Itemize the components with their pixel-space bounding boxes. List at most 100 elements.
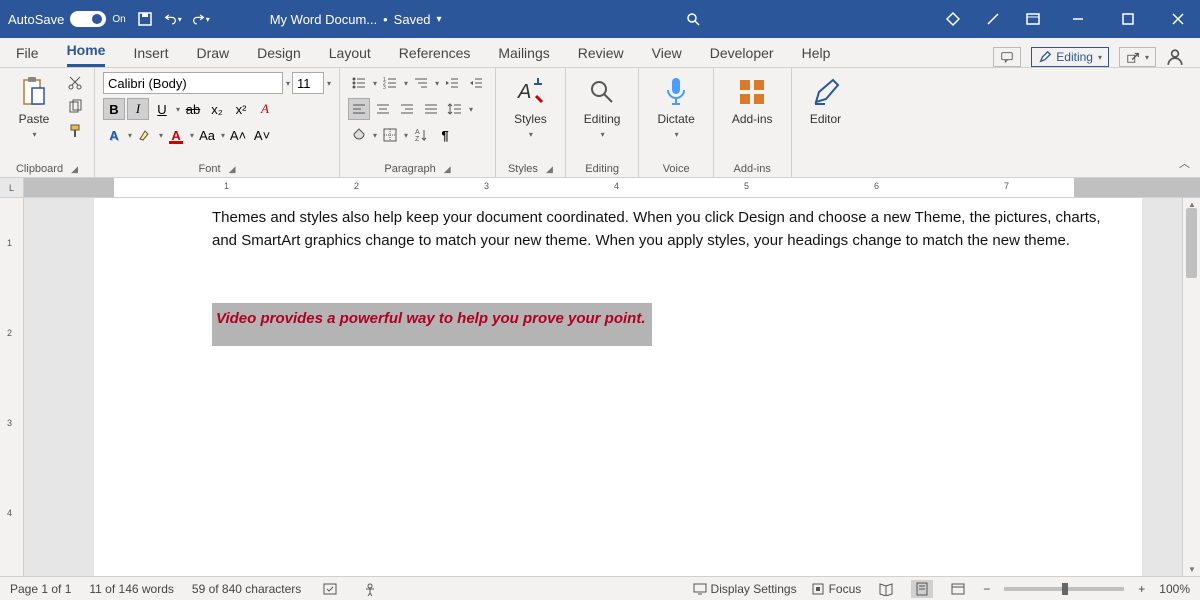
zoom-level[interactable]: 100% xyxy=(1159,582,1190,596)
change-case-button[interactable]: Aa xyxy=(196,124,218,146)
selected-text[interactable]: Video provides a powerful way to help yo… xyxy=(212,303,652,346)
subscript-button[interactable]: x₂ xyxy=(206,98,228,120)
font-size-input[interactable] xyxy=(292,72,324,94)
show-marks-button[interactable]: ¶ xyxy=(434,124,456,146)
paragraph-1[interactable]: Themes and styles also help keep your do… xyxy=(94,206,1142,253)
font-color-button[interactable]: A xyxy=(165,124,187,146)
comments-button[interactable] xyxy=(993,47,1021,67)
editor-button[interactable]: Editor xyxy=(800,72,852,130)
tab-design[interactable]: Design xyxy=(257,41,301,67)
undo-icon[interactable]: ▾ xyxy=(164,10,182,28)
borders-button[interactable] xyxy=(379,124,401,146)
align-center-button[interactable] xyxy=(372,98,394,120)
highlight-button[interactable] xyxy=(134,124,156,146)
tab-view[interactable]: View xyxy=(652,41,682,67)
tab-home[interactable]: Home xyxy=(67,38,106,67)
clear-formatting-button[interactable]: A xyxy=(254,98,276,120)
display-settings-button[interactable]: Display Settings xyxy=(693,582,797,596)
tab-insert[interactable]: Insert xyxy=(133,41,168,67)
maximize-button[interactable] xyxy=(1114,5,1142,33)
tab-review[interactable]: Review xyxy=(578,41,624,67)
zoom-out-button[interactable]: − xyxy=(983,582,990,596)
read-mode-button[interactable] xyxy=(875,580,897,598)
focus-button[interactable]: Focus xyxy=(811,582,862,596)
justify-button[interactable] xyxy=(420,98,442,120)
editing-button[interactable]: Editing▾ xyxy=(574,72,631,143)
styles-button[interactable]: AStyles▾ xyxy=(504,72,557,143)
autosave-toggle[interactable]: AutoSave On xyxy=(8,11,126,27)
shading-button[interactable] xyxy=(348,124,370,146)
dialog-launcher-icon[interactable]: ◢ xyxy=(546,164,553,175)
strikethrough-button[interactable]: ab xyxy=(182,98,204,120)
copy-button[interactable] xyxy=(64,96,86,118)
paste-button[interactable]: Paste ▾ xyxy=(8,72,60,143)
minimize-button[interactable] xyxy=(1064,5,1092,33)
page-count[interactable]: Page 1 of 1 xyxy=(10,582,71,596)
dialog-launcher-icon[interactable]: ◢ xyxy=(229,164,236,175)
tab-layout[interactable]: Layout xyxy=(329,41,371,67)
vertical-ruler[interactable]: 1 2 3 4 xyxy=(0,198,24,576)
multilevel-list-button[interactable] xyxy=(410,72,432,94)
shrink-font-button[interactable]: A˅ xyxy=(251,124,273,146)
line-spacing-button[interactable] xyxy=(444,98,466,120)
search-icon[interactable] xyxy=(684,10,702,28)
grow-font-button[interactable]: A˄ xyxy=(227,124,249,146)
font-name-input[interactable] xyxy=(103,72,283,94)
vertical-scrollbar[interactable]: ▲ ▼ xyxy=(1182,198,1200,576)
zoom-in-button[interactable]: + xyxy=(1138,582,1145,596)
italic-button[interactable]: I xyxy=(127,98,149,120)
tab-mailings[interactable]: Mailings xyxy=(498,41,549,67)
tab-help[interactable]: Help xyxy=(802,41,831,67)
tab-developer[interactable]: Developer xyxy=(710,41,774,67)
increase-indent-button[interactable] xyxy=(465,72,487,94)
close-button[interactable] xyxy=(1164,5,1192,33)
paragraph-2-selected[interactable]: Video provides a powerful way to help yo… xyxy=(94,303,1142,346)
redo-icon[interactable]: ▾ xyxy=(192,10,210,28)
ribbon-tabs: File Home Insert Draw Design Layout Refe… xyxy=(0,38,1200,68)
horizontal-ruler[interactable]: L 1 2 3 4 5 6 7 xyxy=(0,178,1200,198)
chevron-down-icon[interactable]: ▾ xyxy=(286,79,290,88)
underline-button[interactable]: U xyxy=(151,98,173,120)
collapse-ribbon-icon[interactable]: ︿ xyxy=(1179,155,1190,171)
accessibility-icon[interactable] xyxy=(359,580,381,598)
app-window-icon[interactable] xyxy=(1024,10,1042,28)
print-layout-button[interactable] xyxy=(911,580,933,598)
spelling-icon[interactable] xyxy=(319,580,341,598)
dialog-launcher-icon[interactable]: ◢ xyxy=(71,164,78,175)
save-icon[interactable] xyxy=(136,10,154,28)
char-count[interactable]: 59 of 840 characters xyxy=(192,582,301,596)
align-right-button[interactable] xyxy=(396,98,418,120)
scroll-down-icon[interactable]: ▼ xyxy=(1188,565,1196,574)
decrease-indent-button[interactable] xyxy=(441,72,463,94)
font-group-label: Font xyxy=(199,163,221,175)
chevron-down-icon[interactable]: ▾ xyxy=(327,79,331,88)
tab-file[interactable]: File xyxy=(16,41,39,67)
share-button[interactable]: ▾ xyxy=(1119,47,1156,67)
addins-button[interactable]: Add-ins xyxy=(722,72,783,130)
sort-button[interactable]: AZ xyxy=(410,124,432,146)
word-count[interactable]: 11 of 146 words xyxy=(89,582,174,596)
tab-references[interactable]: References xyxy=(399,41,471,67)
format-painter-button[interactable] xyxy=(64,120,86,142)
web-layout-button[interactable] xyxy=(947,580,969,598)
document-page[interactable]: Themes and styles also help keep your do… xyxy=(94,198,1142,576)
bold-button[interactable]: B xyxy=(103,98,125,120)
editing-mode-button[interactable]: Editing▾ xyxy=(1031,47,1109,67)
superscript-button[interactable]: x² xyxy=(230,98,252,120)
account-icon[interactable] xyxy=(1166,48,1184,66)
tab-draw[interactable]: Draw xyxy=(196,41,229,67)
dictate-button[interactable]: Dictate▾ xyxy=(647,72,704,143)
cut-button[interactable] xyxy=(64,72,86,94)
text-effects-button[interactable]: A xyxy=(103,124,125,146)
align-left-button[interactable] xyxy=(348,98,370,120)
zoom-slider-handle[interactable] xyxy=(1062,583,1068,595)
dialog-launcher-icon[interactable]: ◢ xyxy=(444,164,451,175)
numbering-button[interactable]: 123 xyxy=(379,72,401,94)
svg-text:3: 3 xyxy=(383,85,386,91)
diamond-icon[interactable] xyxy=(944,10,962,28)
bullets-button[interactable] xyxy=(348,72,370,94)
brush-icon[interactable] xyxy=(984,10,1002,28)
document-name[interactable]: My Word Docum... xyxy=(270,12,377,27)
zoom-slider[interactable] xyxy=(1004,587,1124,591)
scrollbar-thumb[interactable] xyxy=(1186,208,1197,278)
